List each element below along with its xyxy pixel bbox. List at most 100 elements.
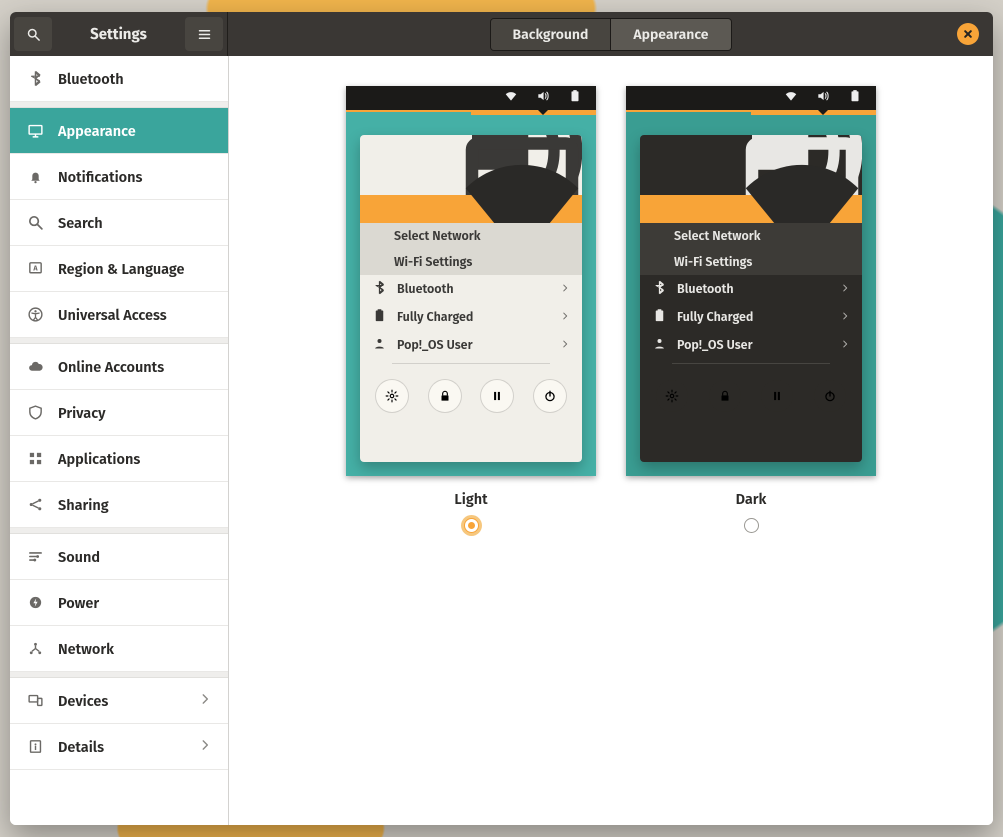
sidebar-item-label: Region & Language (58, 260, 185, 278)
sidebar-item-label: Power (58, 594, 99, 612)
user-icon (372, 336, 387, 355)
cloud-icon (26, 358, 44, 376)
search-icon (26, 214, 44, 232)
user-icon (652, 336, 667, 355)
universal-icon (26, 306, 44, 324)
region-icon (26, 260, 44, 278)
wifi-dropdown[interactable]: System76 (640, 195, 862, 223)
battery-icon (652, 308, 667, 327)
sidebar-item-label: Applications (58, 450, 140, 468)
network-icon (26, 640, 44, 658)
sound-icon (26, 548, 44, 566)
sidebar-item-appearance[interactable]: Appearance (10, 108, 228, 154)
chevron-right-icon (840, 338, 850, 353)
apps-icon (26, 450, 44, 468)
theme-preview-dark[interactable]: System76 Select Network Wi-Fi Settings B… (626, 86, 876, 476)
chevron-right-icon (198, 692, 212, 710)
suspend-button[interactable] (481, 380, 513, 412)
volume-icon (816, 89, 830, 108)
sidebar-item-label: Sound (58, 548, 100, 566)
shield-icon (26, 404, 44, 422)
chevron-right-icon (560, 310, 570, 325)
lock-button[interactable] (709, 380, 741, 412)
row-battery[interactable]: Fully Charged (640, 303, 862, 331)
volume-icon (536, 89, 550, 108)
wifi-select-network[interactable]: Select Network (360, 223, 582, 249)
sidebar-item-power[interactable]: Power (10, 580, 228, 626)
tab-appearance[interactable]: Appearance (610, 19, 730, 50)
sidebar-item-label: Online Accounts (58, 358, 164, 376)
sidebar-item-sound[interactable]: Sound (10, 534, 228, 580)
chevron-right-icon (840, 310, 850, 325)
settings-button[interactable] (656, 380, 688, 412)
wifi-settings[interactable]: Wi-Fi Settings (360, 249, 582, 275)
sidebar-item-label: Universal Access (58, 306, 167, 324)
chevron-right-icon (840, 282, 850, 297)
row-user[interactable]: Pop!_OS User (360, 331, 582, 359)
sidebar-item-network[interactable]: Network (10, 626, 228, 672)
share-icon (26, 496, 44, 514)
preview-topbar (626, 86, 876, 112)
battery-icon (568, 89, 582, 108)
bluetooth-icon (372, 280, 387, 299)
bluetooth-icon (26, 70, 44, 88)
notifications-icon (26, 168, 44, 186)
tab-background[interactable]: Background (491, 19, 611, 50)
chevron-right-icon (198, 738, 212, 756)
sidebar-item-applications[interactable]: Applications (10, 436, 228, 482)
sidebar-item-region[interactable]: Region & Language (10, 246, 228, 292)
hamburger-button[interactable] (185, 17, 223, 51)
content-appearance: System76 Select Network Wi-Fi Settings B… (229, 56, 993, 825)
search-button[interactable] (14, 17, 52, 51)
wifi-settings[interactable]: Wi-Fi Settings (640, 249, 862, 275)
sidebar-item-label: Network (58, 640, 114, 658)
header-title: Settings (56, 25, 181, 43)
chevron-right-icon (560, 338, 570, 353)
poweroff-button[interactable] (534, 380, 566, 412)
settings-button[interactable] (376, 380, 408, 412)
suspend-button[interactable] (761, 380, 793, 412)
theme-preview-light[interactable]: System76 Select Network Wi-Fi Settings B… (346, 86, 596, 476)
headerbar: Settings Background Appearance (10, 12, 993, 56)
theme-dark-label: Dark (736, 490, 767, 508)
sidebar-item-notifications[interactable]: Notifications (10, 154, 228, 200)
preview-panel: System76 Select Network Wi-Fi Settings B… (640, 135, 862, 462)
sidebar-item-privacy[interactable]: Privacy (10, 390, 228, 436)
row-bluetooth[interactable]: Bluetooth (640, 275, 862, 303)
theme-dark-radio[interactable] (744, 518, 759, 533)
sidebar: Bluetooth Appearance Notifications Search Re… (10, 56, 229, 825)
sidebar-item-label: Sharing (58, 496, 109, 514)
wifi-dropdown[interactable]: System76 (360, 195, 582, 223)
devices-icon (26, 692, 44, 710)
sidebar-item-details[interactable]: Details (10, 724, 228, 770)
row-user[interactable]: Pop!_OS User (640, 331, 862, 359)
theme-light-label: Light (454, 490, 487, 508)
preview-topbar (346, 86, 596, 112)
wifi-icon (784, 89, 798, 108)
sidebar-item-search[interactable]: Search (10, 200, 228, 246)
bluetooth-icon (652, 280, 667, 299)
sidebar-item-label: Notifications (58, 168, 142, 186)
sidebar-item-label: Search (58, 214, 103, 232)
sidebar-item-sharing[interactable]: Sharing (10, 482, 228, 528)
sidebar-item-label: Devices (58, 692, 108, 710)
row-battery[interactable]: Fully Charged (360, 303, 582, 331)
sidebar-item-label: Bluetooth (58, 70, 124, 88)
lock-button[interactable] (429, 380, 461, 412)
sidebar-item-universal[interactable]: Universal Access (10, 292, 228, 338)
theme-light-radio[interactable] (464, 518, 479, 533)
sidebar-item-label: Privacy (58, 404, 106, 422)
battery-icon (848, 89, 862, 108)
details-icon (26, 738, 44, 756)
poweroff-button[interactable] (814, 380, 846, 412)
sidebar-item-label: Appearance (58, 122, 136, 140)
view-switcher: Background Appearance (490, 18, 732, 51)
sidebar-item-label: Details (58, 738, 104, 756)
wifi-icon (504, 89, 518, 108)
row-bluetooth[interactable]: Bluetooth (360, 275, 582, 303)
sidebar-item-online[interactable]: Online Accounts (10, 344, 228, 390)
sidebar-item-devices[interactable]: Devices (10, 678, 228, 724)
sidebar-item-bluetooth[interactable]: Bluetooth (10, 56, 228, 102)
wifi-select-network[interactable]: Select Network (640, 223, 862, 249)
close-button[interactable] (957, 23, 979, 45)
